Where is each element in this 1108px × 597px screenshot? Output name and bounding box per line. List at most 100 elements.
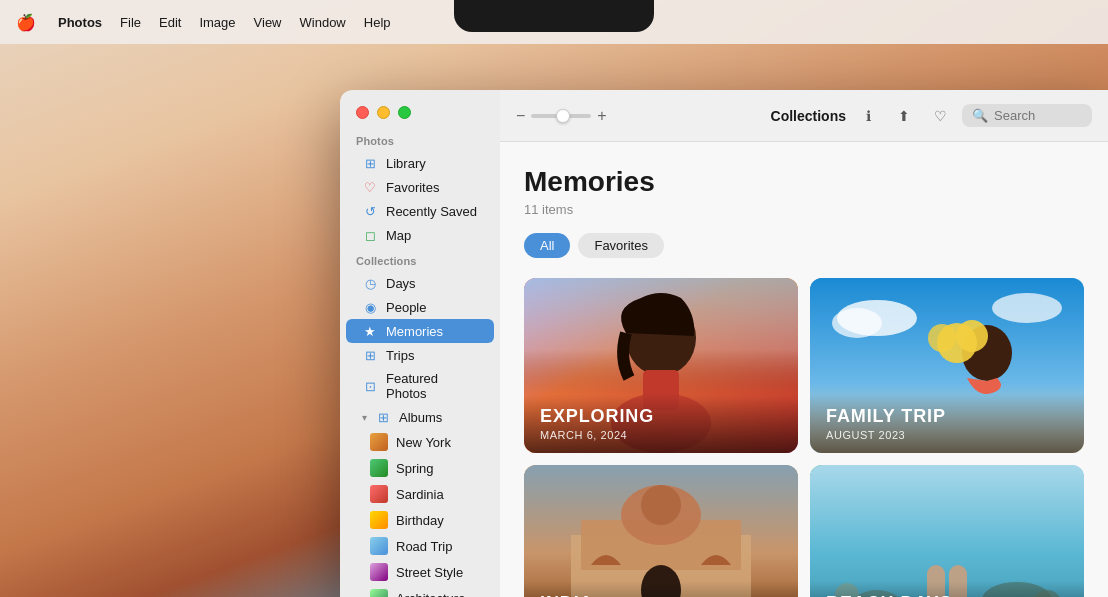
sidebar-item-new-york[interactable]: New York: [346, 429, 494, 455]
content-area: Memories 11 items All Favorites: [500, 142, 1108, 597]
library-icon: ⊞: [362, 155, 378, 171]
memory-card-family-trip[interactable]: Family Trip AUGUST 2023: [810, 278, 1084, 453]
info-button[interactable]: ℹ: [854, 102, 882, 130]
birthday-thumbnail: [370, 511, 388, 529]
heart-button[interactable]: ♡: [926, 102, 954, 130]
sidebar-item-library[interactable]: ⊞ Library: [346, 151, 494, 175]
architecture-thumbnail: [370, 589, 388, 597]
road-trip-thumbnail: [370, 537, 388, 555]
family-trip-date: AUGUST 2023: [826, 429, 1068, 441]
menubar-view[interactable]: View: [254, 15, 282, 30]
sidebar-item-map[interactable]: ◻ Map: [346, 223, 494, 247]
sidebar-item-street-style[interactable]: Street Style: [346, 559, 494, 585]
toolbar-title: Collections: [771, 108, 846, 124]
minimize-button[interactable]: [377, 106, 390, 119]
menubar-photos[interactable]: Photos: [58, 15, 102, 30]
sidebar-item-sardinia[interactable]: Sardinia: [346, 481, 494, 507]
sidebar-label-featured-photos: Featured Photos: [386, 371, 482, 401]
sidebar-label-architecture: Architecture: [396, 591, 465, 598]
zoom-out-button[interactable]: −: [516, 108, 525, 124]
sidebar-item-favorites[interactable]: ♡ Favorites: [346, 175, 494, 199]
sidebar-item-memories[interactable]: ★ Memories: [346, 319, 494, 343]
zoom-slider[interactable]: [531, 114, 591, 118]
sidebar-label-days: Days: [386, 276, 416, 291]
filter-favorites-button[interactable]: Favorites: [578, 233, 663, 258]
search-icon: 🔍: [972, 108, 988, 123]
zoom-in-button[interactable]: +: [597, 108, 606, 124]
zoom-control: − +: [516, 108, 607, 124]
india-title: INDIA: [540, 593, 782, 597]
featured-photos-icon: ⊡: [362, 378, 378, 394]
sidebar-label-sardinia: Sardinia: [396, 487, 444, 502]
sidebar-item-architecture[interactable]: Architecture: [346, 585, 494, 597]
sardinia-thumbnail: [370, 485, 388, 503]
svg-point-12: [928, 324, 956, 352]
sidebar-label-memories: Memories: [386, 324, 443, 339]
zoom-thumb: [556, 109, 570, 123]
filter-all-button[interactable]: All: [524, 233, 570, 258]
india-image: [524, 465, 798, 597]
albums-header[interactable]: ▾ ⊞ Albums: [346, 405, 494, 429]
india-overlay: INDIA DECEMBER 2023: [524, 581, 798, 597]
maximize-button[interactable]: [398, 106, 411, 119]
item-count: 11 items: [524, 202, 1084, 217]
menubar-help[interactable]: Help: [364, 15, 391, 30]
street-style-thumbnail: [370, 563, 388, 581]
toolbar: − + Collections ℹ ⬆ ♡ 🔍: [500, 90, 1108, 142]
exploring-overlay: EXPLORING MARCH 6, 2024: [524, 394, 798, 453]
trips-icon: ⊞: [362, 347, 378, 363]
menubar-file[interactable]: File: [120, 15, 141, 30]
sidebar-label-road-trip: Road Trip: [396, 539, 452, 554]
family-trip-overlay: Family Trip AUGUST 2023: [810, 394, 1084, 453]
sidebar-label-birthday: Birthday: [396, 513, 444, 528]
svg-point-17: [641, 485, 681, 525]
menubar-edit[interactable]: Edit: [159, 15, 181, 30]
sidebar-item-recently-saved[interactable]: ↺ Recently Saved: [346, 199, 494, 223]
traffic-lights: [340, 90, 500, 127]
beach-days-overlay: Beach Days OVER THE YEARS: [810, 581, 1084, 597]
sidebar-item-trips[interactable]: ⊞ Trips: [346, 343, 494, 367]
sidebar-item-featured-photos[interactable]: ⊡ Featured Photos: [346, 367, 494, 405]
svg-rect-21: [810, 465, 1084, 597]
albums-label: Albums: [399, 410, 442, 425]
favorites-icon: ♡: [362, 179, 378, 195]
svg-point-7: [832, 308, 882, 338]
svg-point-8: [992, 293, 1062, 323]
filter-row: All Favorites: [524, 233, 1084, 258]
close-button[interactable]: [356, 106, 369, 119]
people-icon: ◉: [362, 299, 378, 315]
share-button[interactable]: ⬆: [890, 102, 918, 130]
memory-card-india[interactable]: INDIA DECEMBER 2023: [524, 465, 798, 597]
page-title: Memories: [524, 166, 1084, 198]
memory-card-exploring[interactable]: EXPLORING MARCH 6, 2024: [524, 278, 798, 453]
apple-menu[interactable]: 🍎: [16, 13, 36, 32]
collections-section-label: Collections: [340, 247, 500, 271]
beach-days-image: [810, 465, 1084, 597]
new-york-thumbnail: [370, 433, 388, 451]
app-window: Photos ⊞ Library ♡ Favorites ↺ Recently …: [340, 90, 1108, 597]
sidebar-item-birthday[interactable]: Birthday: [346, 507, 494, 533]
photos-section-label: Photos: [340, 127, 500, 151]
sidebar-item-people[interactable]: ◉ People: [346, 295, 494, 319]
memories-grid: EXPLORING MARCH 6, 2024: [524, 278, 1084, 597]
svg-point-11: [956, 320, 988, 352]
sidebar-item-days[interactable]: ◷ Days: [346, 271, 494, 295]
memories-icon: ★: [362, 323, 378, 339]
sidebar-label-library: Library: [386, 156, 426, 171]
spring-thumbnail: [370, 459, 388, 477]
sidebar-label-favorites: Favorites: [386, 180, 439, 195]
sidebar-label-new-york: New York: [396, 435, 451, 450]
sidebar-item-road-trip[interactable]: Road Trip: [346, 533, 494, 559]
sidebar: Photos ⊞ Library ♡ Favorites ↺ Recently …: [340, 90, 500, 597]
menubar-window[interactable]: Window: [300, 15, 346, 30]
days-icon: ◷: [362, 275, 378, 291]
search-bar[interactable]: 🔍: [962, 104, 1092, 127]
family-trip-title: Family Trip: [826, 406, 1068, 427]
sidebar-label-recently-saved: Recently Saved: [386, 204, 477, 219]
sidebar-label-street-style: Street Style: [396, 565, 463, 580]
memory-card-beach-days[interactable]: Beach Days OVER THE YEARS: [810, 465, 1084, 597]
menubar-image[interactable]: Image: [199, 15, 235, 30]
sidebar-item-spring[interactable]: Spring: [346, 455, 494, 481]
search-input[interactable]: [994, 108, 1074, 123]
main-content: − + Collections ℹ ⬆ ♡ 🔍 Memories 11 item…: [500, 90, 1108, 597]
